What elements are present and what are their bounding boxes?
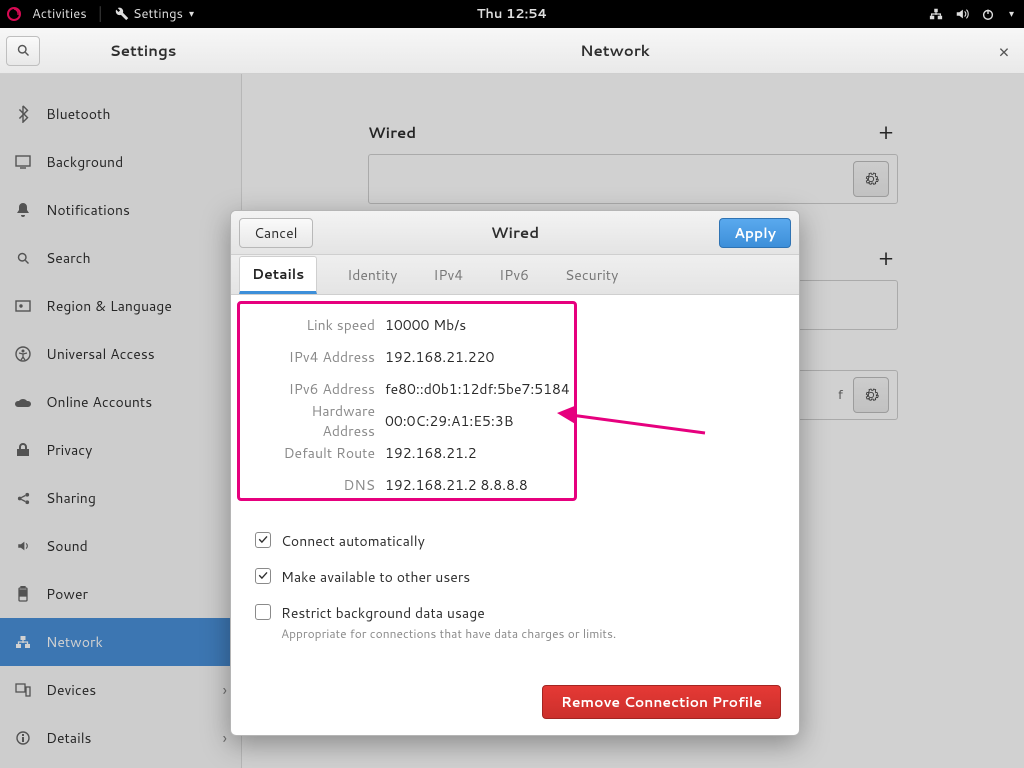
volume-icon[interactable] bbox=[955, 7, 969, 21]
checkbox-icon bbox=[255, 568, 271, 584]
headerbar: Settings Network × bbox=[0, 28, 1024, 74]
dialog-header: Cancel Wired Apply bbox=[231, 211, 799, 255]
checkbox-label: Connect automatically bbox=[281, 531, 425, 551]
power-icon[interactable] bbox=[981, 7, 995, 21]
detail-value: 192.168.21.2 8.8.8.8 bbox=[385, 475, 528, 495]
debian-icon bbox=[6, 6, 22, 22]
checkbox-label: Make available to other users bbox=[281, 567, 470, 587]
appmenu-label[interactable]: Settings bbox=[133, 5, 183, 23]
apply-button[interactable]: Apply bbox=[719, 218, 791, 248]
header-search-button[interactable] bbox=[6, 36, 40, 66]
settings-window: Settings Network × Bluetooth Background … bbox=[0, 28, 1024, 768]
detail-value: fe80::d0b1:12df:5be7:5184 bbox=[385, 379, 570, 399]
header-title-panel: Network bbox=[246, 40, 984, 61]
dialog-title: Wired bbox=[491, 222, 539, 243]
detail-rows: Link speed10000 Mb/s IPv4 Address192.168… bbox=[255, 309, 595, 501]
dialog-body: Link speed10000 Mb/s IPv4 Address192.168… bbox=[231, 295, 799, 669]
gnome-topbar: Activities │ Settings ▾ Thu 12:54 ▾ bbox=[0, 0, 1024, 28]
detail-label: Link speed bbox=[255, 315, 385, 335]
checkbox-restrict[interactable]: Restrict background data usage Appropria… bbox=[255, 603, 775, 642]
tab-ipv6[interactable]: IPv6 bbox=[493, 256, 535, 294]
network-status-icon[interactable] bbox=[929, 7, 943, 21]
chevron-down-icon: ▾ bbox=[1009, 7, 1014, 21]
header-title-sidebar: Settings bbox=[40, 40, 246, 61]
tab-ipv4[interactable]: IPv4 bbox=[427, 256, 469, 294]
checkbox-sublabel: Appropriate for connections that have da… bbox=[281, 625, 616, 642]
window-close-button[interactable]: × bbox=[984, 38, 1024, 64]
remove-connection-button[interactable]: Remove Connection Profile bbox=[542, 685, 781, 719]
tab-details[interactable]: Details bbox=[239, 256, 317, 294]
tab-security[interactable]: Security bbox=[559, 256, 624, 294]
clock[interactable]: Thu 12:54 bbox=[477, 5, 548, 23]
checkbox-icon bbox=[255, 532, 271, 548]
detail-label: IPv6 Address bbox=[255, 379, 385, 399]
wired-connection-dialog: Cancel Wired Apply Details Identity IPv4… bbox=[230, 210, 800, 736]
dialog-tabs: Details Identity IPv4 IPv6 Security bbox=[231, 255, 799, 295]
detail-label: Default Route bbox=[255, 443, 385, 463]
checkbox-connect-auto[interactable]: Connect automatically bbox=[255, 531, 775, 551]
checkbox-shared[interactable]: Make available to other users bbox=[255, 567, 775, 587]
cancel-button[interactable]: Cancel bbox=[239, 218, 313, 248]
checkbox-icon bbox=[255, 604, 271, 620]
tab-identity[interactable]: Identity bbox=[341, 256, 403, 294]
detail-value: 192.168.21.220 bbox=[385, 347, 494, 367]
detail-label: Hardware Address bbox=[255, 401, 385, 441]
detail-label: IPv4 Address bbox=[255, 347, 385, 367]
appmenu-icon: Settings ▾ bbox=[115, 5, 194, 23]
detail-value: 00:0C:29:A1:E5:3B bbox=[385, 411, 513, 431]
activities-button[interactable]: Activities bbox=[32, 5, 87, 23]
checkbox-label: Restrict background data usage bbox=[281, 603, 616, 623]
detail-value: 192.168.21.2 bbox=[385, 443, 477, 463]
detail-label: DNS bbox=[255, 475, 385, 495]
detail-value: 10000 Mb/s bbox=[385, 315, 466, 335]
chevron-down-icon: ▾ bbox=[189, 7, 194, 21]
